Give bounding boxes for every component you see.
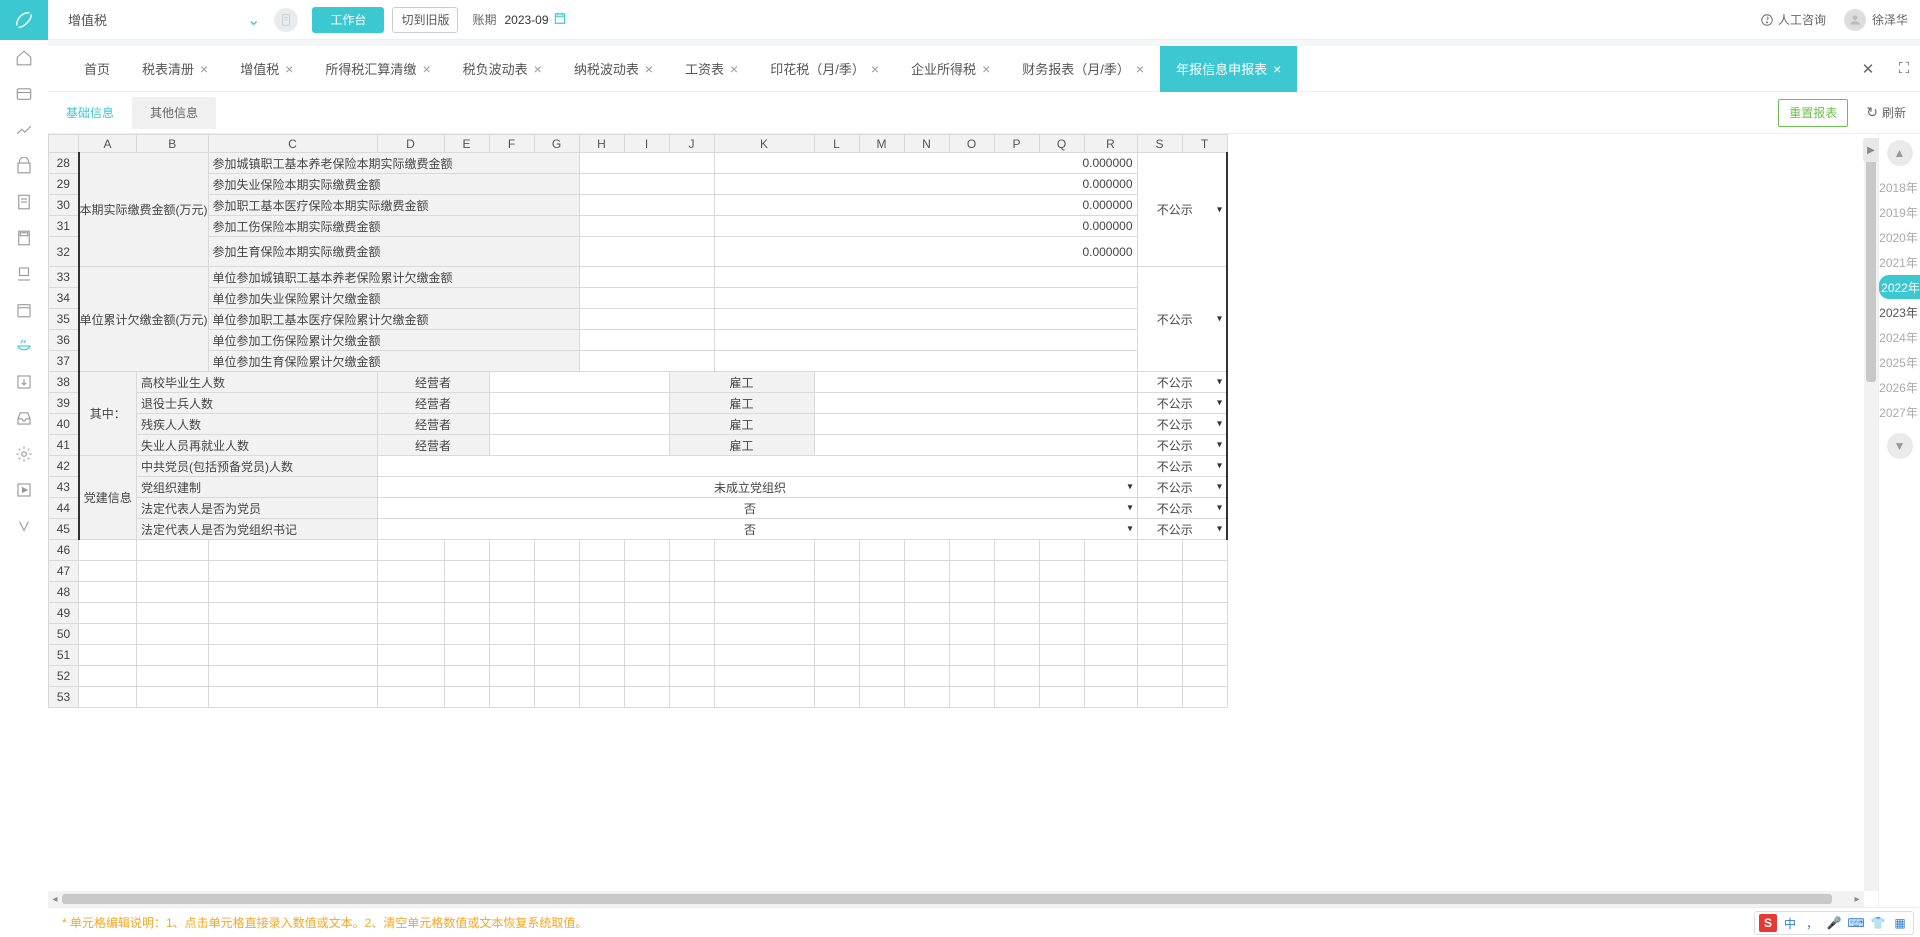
footer-note: * 单元格编辑说明：1、点击单元格直接录入数值或文本。2、清空单元格数值或文本恢…: [62, 914, 587, 931]
ime-skin-icon[interactable]: 👕: [1869, 914, 1887, 932]
period-value: 2023-09: [504, 13, 548, 27]
ime-mic-icon[interactable]: 🎤: [1825, 914, 1843, 932]
subtab-basic[interactable]: 基础信息: [48, 97, 132, 129]
year-collapse-icon[interactable]: ▶: [1863, 138, 1879, 162]
top-header: 增值税 ⌄ 工作台 切到旧版 账期 2023-09 人工咨询 徐泽华: [48, 0, 1920, 40]
ime-zh-icon[interactable]: 中: [1781, 914, 1799, 932]
calendar-icon[interactable]: [553, 11, 567, 28]
year-item[interactable]: 2024年: [1879, 325, 1919, 349]
year-sidebar: ▶ ▲ 2018年2019年2020年2021年2022年2023年2024年2…: [1878, 134, 1920, 907]
help-link[interactable]: 人工咨询: [1760, 11, 1826, 28]
nav-chart-icon[interactable]: [0, 112, 48, 148]
nav-export-icon[interactable]: [0, 364, 48, 400]
vertical-scrollbar[interactable]: [1864, 152, 1878, 891]
tab[interactable]: 财务报表（月/季）×: [1006, 46, 1160, 92]
ime-toolbar: S 中 ， 🎤 ⌨ 👕 ▦: [1754, 911, 1914, 935]
nav-card-icon[interactable]: [0, 76, 48, 112]
year-item[interactable]: 2026年: [1879, 375, 1919, 399]
year-item[interactable]: 2022年: [1879, 275, 1920, 299]
tab[interactable]: 税表清册×: [126, 46, 224, 92]
user-menu[interactable]: 徐泽华: [1844, 9, 1908, 31]
nav-v-icon[interactable]: [0, 508, 48, 544]
left-nav: [0, 0, 48, 937]
spreadsheet[interactable]: ABCDEFGHIJKLMNOPQRST28本期实际缴费金额(万元)参加城镇职工…: [48, 134, 1878, 907]
tab[interactable]: 首页: [68, 46, 126, 92]
ime-s-icon[interactable]: S: [1759, 914, 1777, 932]
year-item[interactable]: 2018年: [1879, 175, 1919, 199]
nav-home-icon[interactable]: [0, 40, 48, 76]
nav-play-icon[interactable]: [0, 472, 48, 508]
ime-kbd-icon[interactable]: ⌨: [1847, 914, 1865, 932]
year-up-icon[interactable]: ▲: [1887, 140, 1913, 166]
nav-doc-icon[interactable]: [0, 184, 48, 220]
tab[interactable]: 工资表×: [669, 46, 754, 92]
tab-close-icon[interactable]: ×: [534, 61, 542, 77]
refresh-button[interactable]: 刷新: [1866, 104, 1906, 121]
period-label: 账期: [472, 11, 496, 28]
tab[interactable]: 增值税×: [224, 46, 309, 92]
year-item[interactable]: 2025年: [1879, 350, 1919, 374]
tab[interactable]: 企业所得税×: [895, 46, 1006, 92]
nav-calc-icon[interactable]: [0, 220, 48, 256]
app-logo[interactable]: [0, 0, 48, 40]
year-item[interactable]: 2020年: [1879, 225, 1919, 249]
tab-close-icon[interactable]: ×: [645, 61, 653, 77]
tab-close-icon[interactable]: ×: [422, 61, 430, 77]
year-item[interactable]: 2021年: [1879, 250, 1919, 274]
tab-expand-icon[interactable]: ⛶: [1892, 57, 1916, 81]
header-doc-icon[interactable]: [274, 8, 298, 32]
year-item[interactable]: 2027年: [1879, 400, 1919, 424]
ime-punct-icon[interactable]: ，: [1803, 914, 1821, 932]
tab[interactable]: 所得税汇算清缴×: [309, 46, 446, 92]
ime-tool-icon[interactable]: ▦: [1891, 914, 1909, 932]
header-title: 增值税: [68, 10, 107, 29]
workbench-button[interactable]: 工作台: [312, 7, 384, 33]
nav-inbox-icon[interactable]: [0, 400, 48, 436]
nav-gear-icon[interactable]: [0, 436, 48, 472]
tabs-bar: 首页税表清册×增值税×所得税汇算清缴×税负波动表×纳税波动表×工资表×印花税（月…: [48, 46, 1920, 92]
year-item[interactable]: 2019年: [1879, 200, 1919, 224]
tab-close-icon[interactable]: ×: [982, 61, 990, 77]
tab-close-icon[interactable]: ×: [1136, 61, 1144, 77]
year-item[interactable]: 2023年: [1879, 300, 1919, 324]
nav-stamp-icon[interactable]: [0, 256, 48, 292]
subtab-other[interactable]: 其他信息: [132, 97, 216, 129]
tab-close-icon[interactable]: ×: [200, 61, 208, 77]
year-down-icon[interactable]: ▼: [1887, 433, 1913, 459]
tab-close-icon[interactable]: ×: [871, 61, 879, 77]
nav-bag-icon[interactable]: [0, 148, 48, 184]
tab-close-icon[interactable]: ×: [285, 61, 293, 77]
sub-row: 基础信息 其他信息 重置报表 刷新: [48, 92, 1920, 134]
avatar-icon: [1844, 9, 1866, 31]
horizontal-scrollbar[interactable]: ◂▸: [48, 891, 1864, 907]
tab-close-icon[interactable]: ×: [1273, 61, 1281, 77]
tab[interactable]: 税负波动表×: [447, 46, 558, 92]
reset-button[interactable]: 重置报表: [1778, 99, 1848, 127]
tab[interactable]: 年报信息申报表×: [1160, 46, 1297, 92]
tab[interactable]: 印花税（月/季）×: [754, 46, 895, 92]
tab[interactable]: 纳税波动表×: [558, 46, 669, 92]
nav-date-icon[interactable]: [0, 292, 48, 328]
title-chevron-down-icon[interactable]: ⌄: [247, 10, 260, 30]
footer: * 单元格编辑说明：1、点击单元格直接录入数值或文本。2、清空单元格数值或文本恢…: [48, 907, 1920, 937]
tab-close-all-icon[interactable]: ✕: [1856, 57, 1880, 81]
switch-old-button[interactable]: 切到旧版: [392, 7, 458, 33]
nav-bowl-icon[interactable]: [0, 328, 48, 364]
tab-close-icon[interactable]: ×: [730, 61, 738, 77]
